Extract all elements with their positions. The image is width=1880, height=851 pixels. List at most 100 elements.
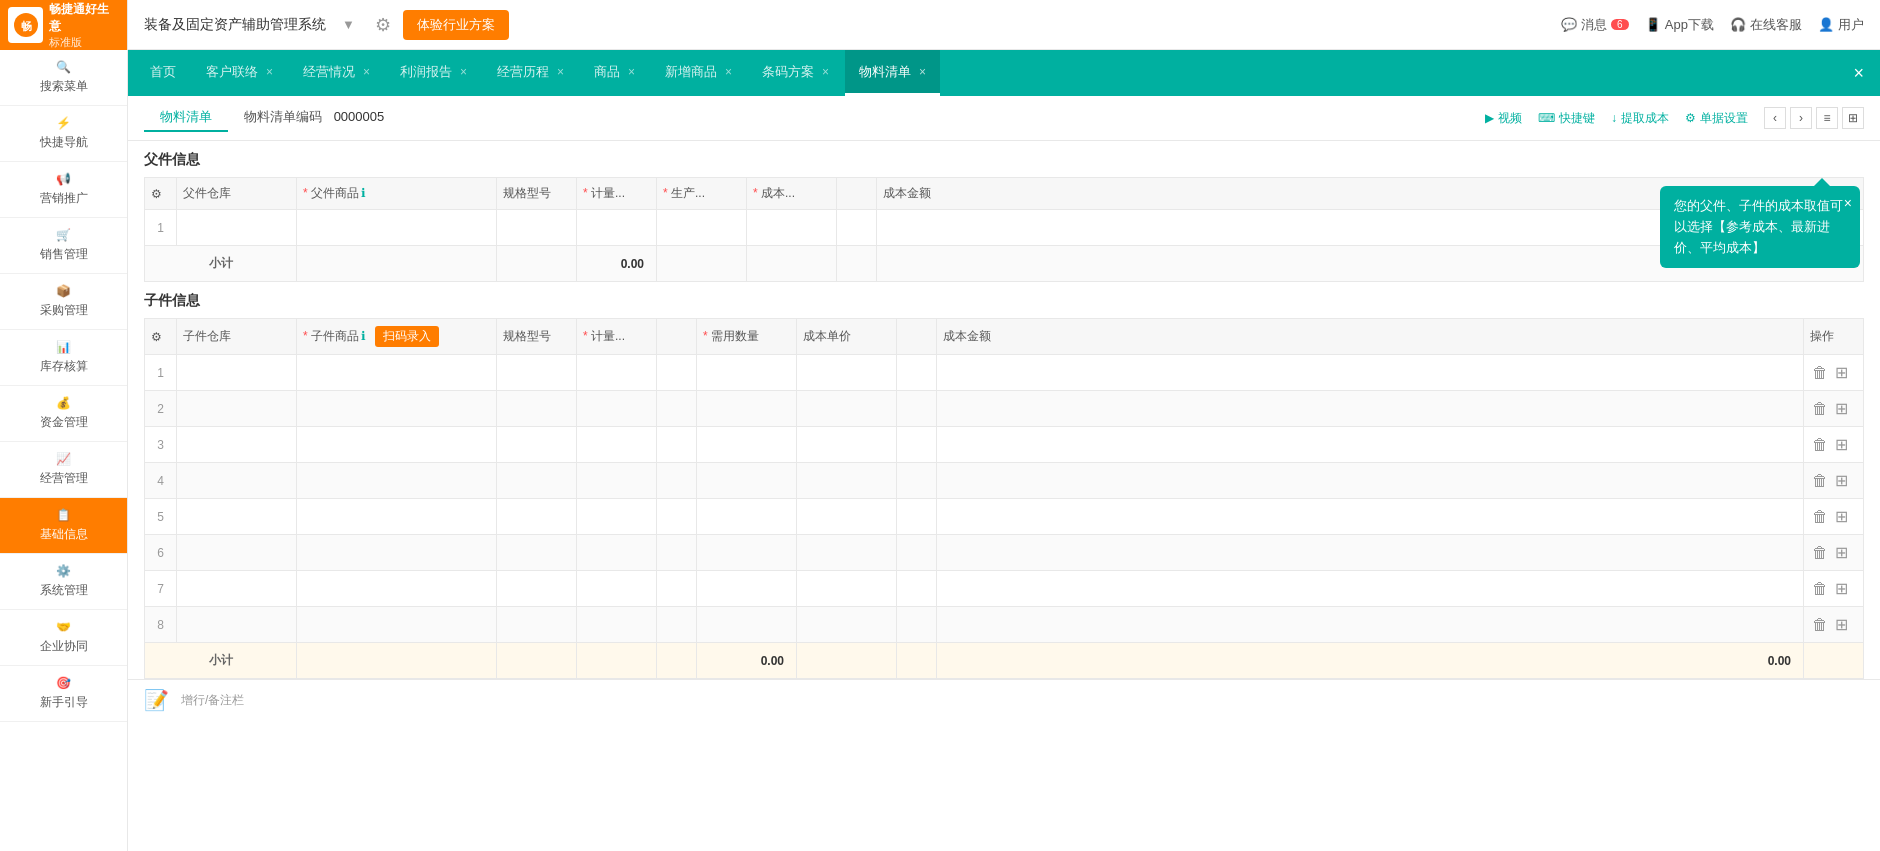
sidebar-item-inventory[interactable]: 📊 库存核算 [0,330,127,386]
child-needed-cell[interactable] [697,571,797,607]
child-unit-cell[interactable] [577,607,657,643]
doc-settings-action[interactable]: ⚙ 单据设置 [1685,110,1748,127]
child-needed-cell[interactable] [697,499,797,535]
navtab-bom[interactable]: 物料清单 × [845,50,940,96]
child-warehouse-cell[interactable] [177,607,297,643]
child-product-cell[interactable] [297,499,497,535]
sidebar-item-quicknav[interactable]: ⚡ 快捷导航 [0,106,127,162]
grid-view-button[interactable]: ≡ [1816,107,1838,129]
topbar-dropdown-icon[interactable]: ▼ [342,17,355,32]
child-unitcost-cell[interactable] [797,427,897,463]
child-unit-cell[interactable] [577,355,657,391]
child-spec-cell[interactable] [497,355,577,391]
child-spec-cell[interactable] [497,391,577,427]
copy-row-button[interactable]: ⊞ [1833,361,1850,384]
child-unit-cell[interactable] [577,427,657,463]
navtab-close-icon[interactable]: × [460,65,467,79]
sidebar-item-collab[interactable]: 🤝 企业协同 [0,610,127,666]
parent-spec-cell[interactable] [497,210,577,246]
navtab-close-icon[interactable]: × [725,65,732,79]
delete-row-button[interactable]: 🗑 [1810,434,1830,456]
child-unitcost-cell[interactable] [797,355,897,391]
child-needed-cell[interactable] [697,355,797,391]
delete-row-button[interactable]: 🗑 [1810,542,1830,564]
app-download-item[interactable]: 📱 App下载 [1645,16,1714,34]
child-product-cell[interactable] [297,571,497,607]
sidebar-item-search[interactable]: 🔍 搜索菜单 [0,50,127,106]
parent-product-cell[interactable] [297,210,497,246]
close-all-button[interactable]: × [1845,50,1872,96]
sidebar-item-basic[interactable]: 📋 基础信息 [0,498,127,554]
child-product-cell[interactable] [297,607,497,643]
sidebar-item-marketing[interactable]: 📢 营销推广 [0,162,127,218]
child-warehouse-cell[interactable] [177,499,297,535]
tooltip-close-button[interactable]: × [1844,192,1852,214]
navtab-new-product[interactable]: 新增商品 × [651,50,746,96]
subtab-bom-list[interactable]: 物料清单 [144,104,228,132]
delete-row-button[interactable]: 🗑 [1810,362,1830,384]
video-action[interactable]: ▶ 视频 [1485,110,1522,127]
add-row-icon[interactable]: 📝 [144,688,169,712]
next-page-button[interactable]: › [1790,107,1812,129]
child-spec-cell[interactable] [497,535,577,571]
prev-page-button[interactable]: ‹ [1764,107,1786,129]
sidebar-item-finance[interactable]: 💰 资金管理 [0,386,127,442]
child-spec-cell[interactable] [497,427,577,463]
child-unit-cell[interactable] [577,499,657,535]
parent-warehouse-cell[interactable] [177,210,297,246]
child-product-cell[interactable] [297,463,497,499]
navtab-products[interactable]: 商品 × [580,50,649,96]
child-product-cell[interactable] [297,535,497,571]
copy-row-button[interactable]: ⊞ [1833,505,1850,528]
navtab-close-icon[interactable]: × [628,65,635,79]
child-spec-cell[interactable] [497,499,577,535]
child-spec-cell[interactable] [497,463,577,499]
user-item[interactable]: 👤 用户 [1818,16,1864,34]
delete-row-button[interactable]: 🗑 [1810,578,1830,600]
child-product-cell[interactable] [297,391,497,427]
delete-row-button[interactable]: 🗑 [1810,470,1830,492]
child-needed-cell[interactable] [697,391,797,427]
navtab-close-icon[interactable]: × [557,65,564,79]
sidebar-item-guide[interactable]: 🎯 新手引导 [0,666,127,722]
copy-row-button[interactable]: ⊞ [1833,469,1850,492]
child-warehouse-cell[interactable] [177,427,297,463]
sidebar-item-purchase[interactable]: 📦 采购管理 [0,274,127,330]
navtab-barcode[interactable]: 条码方案 × [748,50,843,96]
sidebar-item-system[interactable]: ⚙️ 系统管理 [0,554,127,610]
sidebar-item-operations[interactable]: 📈 经营管理 [0,442,127,498]
online-service-item[interactable]: 🎧 在线客服 [1730,16,1802,34]
parent-production-cell[interactable] [657,210,747,246]
messages-item[interactable]: 💬 消息 6 [1561,16,1629,34]
navtab-close-icon[interactable]: × [822,65,829,79]
child-unitcost-cell[interactable] [797,391,897,427]
copy-row-button[interactable]: ⊞ [1833,613,1850,636]
extract-cost-action[interactable]: ↓ 提取成本 [1611,110,1669,127]
child-unitcost-cell[interactable] [797,607,897,643]
navtab-operations[interactable]: 经营情况 × [289,50,384,96]
subtab-bom-code[interactable]: 物料清单编码 0000005 [228,104,400,132]
child-warehouse-cell[interactable] [177,355,297,391]
navtab-home[interactable]: 首页 [136,50,190,96]
child-unit-cell[interactable] [577,571,657,607]
settings-icon[interactable]: ⚙ [375,14,391,36]
trial-button[interactable]: 体验行业方案 [403,10,509,40]
navtab-close-icon[interactable]: × [363,65,370,79]
navtab-history[interactable]: 经营历程 × [483,50,578,96]
child-needed-cell[interactable] [697,463,797,499]
sidebar-item-sales[interactable]: 🛒 销售管理 [0,218,127,274]
child-unitcost-cell[interactable] [797,571,897,607]
child-product-cell[interactable] [297,427,497,463]
parent-unit-cell[interactable] [577,210,657,246]
child-needed-cell[interactable] [697,427,797,463]
child-warehouse-cell[interactable] [177,571,297,607]
scan-button[interactable]: 扫码录入 [375,326,439,347]
navtab-close-icon[interactable]: × [919,65,926,79]
child-unit-cell[interactable] [577,535,657,571]
child-warehouse-cell[interactable] [177,391,297,427]
child-needed-cell[interactable] [697,535,797,571]
copy-row-button[interactable]: ⊞ [1833,433,1850,456]
delete-row-button[interactable]: 🗑 [1810,614,1830,636]
child-warehouse-cell[interactable] [177,535,297,571]
parent-cost-cell[interactable] [747,210,837,246]
